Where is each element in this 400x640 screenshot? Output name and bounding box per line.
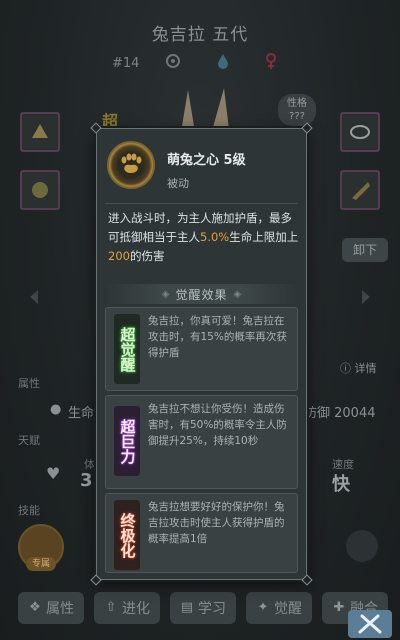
awakening-badge-1: 超觉醒 xyxy=(114,314,140,384)
awakening-badge-3: 终极化 xyxy=(114,500,140,570)
bottom-tab-bar: ❖ 属性 ⇧ 进化 ▤ 学习 ✦ 觉醒 ✚ 融合 xyxy=(0,586,400,640)
element-icon xyxy=(164,52,182,70)
tab-evolve[interactable]: ⇧ 进化 xyxy=(94,592,160,624)
detail-label: 详情 xyxy=(354,362,377,375)
speed-value: 快 xyxy=(332,474,350,495)
battle-shortcut-icon[interactable] xyxy=(348,610,392,638)
tab-learn[interactable]: ▤ 学习 xyxy=(170,592,236,624)
character-title: 兔吉拉 五代 xyxy=(151,25,249,45)
tab-learn-label: 学习 xyxy=(198,601,226,617)
detail-link[interactable]: ⓘ 详情 xyxy=(340,360,377,376)
lock-icon xyxy=(346,530,378,562)
tab-attributes[interactable]: ❖ 属性 xyxy=(18,592,84,624)
trait-badge[interactable]: 性格 ??? xyxy=(278,94,316,126)
next-arrow-icon[interactable] xyxy=(362,290,370,304)
character-number: #14 xyxy=(112,56,140,71)
awakening-title: 觉醒效果 xyxy=(175,287,228,302)
section-skill: 技能 xyxy=(18,504,40,517)
skill-icon xyxy=(107,141,155,189)
equip-slot-1[interactable] xyxy=(20,112,60,152)
awakening-text-3: 兔吉拉想要好好的保护你！兔吉拉攻击时使主人获得护盾的概率提高1倍 xyxy=(148,501,285,545)
skill-type: 被动 xyxy=(167,177,189,190)
prev-arrow-icon[interactable] xyxy=(30,290,38,304)
trait-label: 性格 ??? xyxy=(287,98,307,122)
description-suffix: 的伤害 xyxy=(129,249,165,263)
tab-awaken[interactable]: ✦ 觉醒 xyxy=(246,592,312,624)
tab-awaken-label: 觉醒 xyxy=(274,601,302,617)
skill-name: 萌兔之心 5级 xyxy=(167,153,246,168)
water-drop-icon xyxy=(214,52,232,70)
wing-icon: ✦ xyxy=(257,600,269,615)
ornament-right-icon: ◈ xyxy=(233,288,242,300)
description-percent: 5.0% xyxy=(200,230,230,244)
awakening-header: ◈ 觉醒效果 ◈ xyxy=(105,284,298,304)
equip-slot-2[interactable] xyxy=(20,170,60,210)
badge-text: 终极化 xyxy=(118,512,137,558)
description-mid: 生命上限加上 xyxy=(229,230,299,244)
divider xyxy=(105,203,298,204)
paw-icon: ❖ xyxy=(29,600,41,615)
tab-evolve-label: 进化 xyxy=(122,601,150,617)
defense-value: 防御 20044 xyxy=(304,406,376,421)
awakening-card-2: 超巨力 兔吉拉不想让你受伤！造成伤害时，有50%的概率令主人防御提升25%，持续… xyxy=(105,395,298,489)
info-icon: ⓘ xyxy=(340,362,355,375)
awakening-badge-2: 超巨力 xyxy=(114,406,140,476)
tab-attributes-label: 属性 xyxy=(46,601,74,617)
female-icon xyxy=(262,52,280,70)
awakening-text-2: 兔吉拉不想让你受伤！造成伤害时，有50%的概率令主人防御提升25%，持续10秒 xyxy=(148,403,287,447)
ornament-left-icon: ◈ xyxy=(161,288,170,300)
awakening-text-1: 兔吉拉，你真可爱！兔吉拉在攻击时，有15%的概率再次获得护盾 xyxy=(148,315,287,359)
hp-label: 生命 xyxy=(68,406,95,421)
merge-icon: ✚ xyxy=(333,600,345,615)
heart-icon: ♥ xyxy=(46,464,61,483)
unload-button[interactable]: 卸下 xyxy=(342,238,388,262)
badge-text: 超觉醒 xyxy=(118,326,137,372)
equip-slot-3[interactable] xyxy=(340,112,380,152)
hp-icon: ● xyxy=(50,402,62,417)
equip-slot-4[interactable] xyxy=(340,170,380,210)
awakening-card-3: 终极化 兔吉拉想要好好的保护你！兔吉拉攻击时使主人获得护盾的概率提高1倍 xyxy=(105,493,298,573)
badge-text: 超巨力 xyxy=(118,418,137,464)
awakening-card-1: 超觉醒 兔吉拉，你真可爱！兔吉拉在攻击时，有15%的概率再次获得护盾 xyxy=(105,307,298,391)
skill-slot-label: 专属 xyxy=(26,557,56,571)
skill-detail-modal: 萌兔之心 5级 被动 进入战斗时，为主人施加护盾，最多可抵御相当于主人5.0%生… xyxy=(90,122,313,586)
description-number: 200 xyxy=(108,249,130,263)
book-icon: ▤ xyxy=(180,600,194,615)
section-talent: 天赋 xyxy=(18,434,40,447)
up-arrow-icon: ⇧ xyxy=(105,600,117,615)
skill-description: 进入战斗时，为主人施加护盾，最多可抵御相当于主人5.0%生命上限加上200的伤害 xyxy=(108,209,300,266)
section-attributes: 属性 xyxy=(18,377,40,390)
